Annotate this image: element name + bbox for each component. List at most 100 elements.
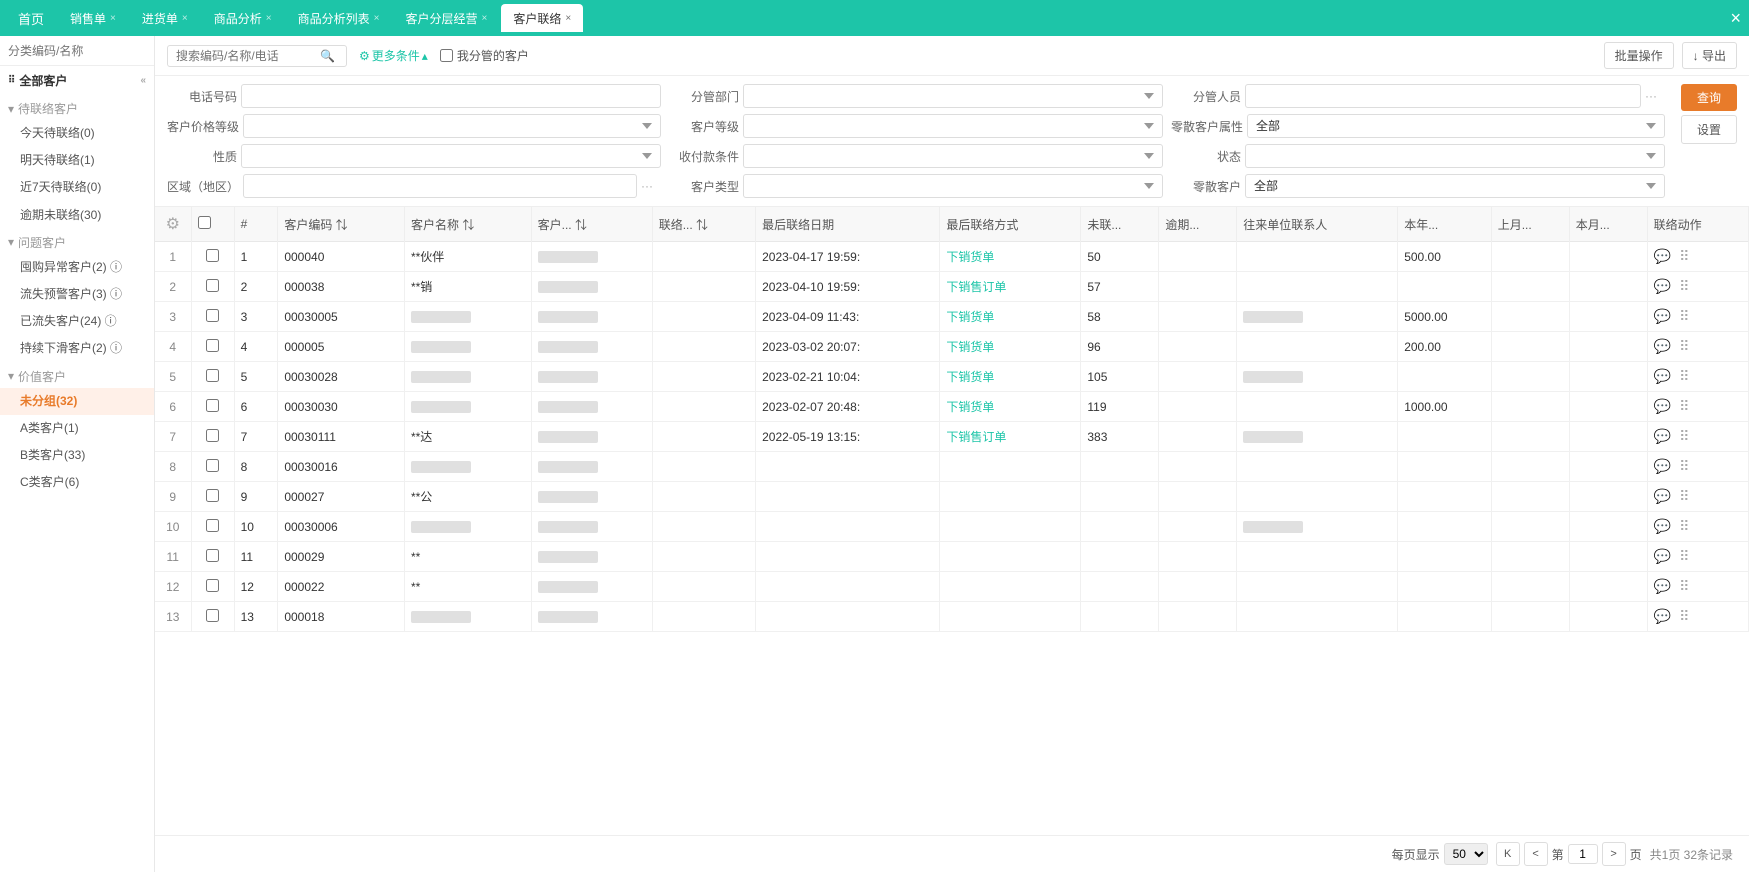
batch-ops-button[interactable]: 批量操作 (1604, 42, 1674, 69)
sidebar-item[interactable]: 已流失客户(24) ⓘ (0, 308, 154, 335)
settings-col-header[interactable]: ⚙ (155, 207, 191, 242)
row-checkbox[interactable] (191, 302, 234, 332)
nav-tab-销售单[interactable]: 销售单× (58, 4, 128, 32)
sidebar-item[interactable]: 今天待联络(0) (0, 120, 154, 147)
message-action-icon[interactable]: 💬 (1654, 338, 1671, 355)
tab-close-icon[interactable]: × (374, 13, 380, 24)
sidebar-group-title[interactable]: ▾ 待联络客户 (0, 95, 154, 120)
grid-action-icon[interactable]: ⠿ (1679, 428, 1689, 445)
nav-tab-进货单[interactable]: 进货单× (130, 4, 200, 32)
grid-action-icon[interactable]: ⠿ (1679, 368, 1689, 385)
tab-close-icon[interactable]: × (266, 13, 272, 24)
message-action-icon[interactable]: 💬 (1654, 608, 1671, 625)
last-way-col-header[interactable]: 最后联络方式 (940, 207, 1081, 242)
status-select[interactable] (1245, 144, 1665, 168)
sidebar-group-title[interactable]: ▾ 问题客户 (0, 229, 154, 254)
message-action-icon[interactable]: 💬 (1654, 578, 1671, 595)
grid-action-icon[interactable]: ⠿ (1679, 338, 1689, 355)
price-grade-select[interactable] (243, 114, 661, 138)
cust-grade-select[interactable] (743, 114, 1163, 138)
nav-tab-客户联络[interactable]: 客户联络× (501, 4, 583, 32)
message-action-icon[interactable]: 💬 (1654, 488, 1671, 505)
payment-select[interactable] (743, 144, 1163, 168)
grid-action-icon[interactable]: ⠿ (1679, 578, 1689, 595)
sidebar-item[interactable]: 近7天待联络(0) (0, 174, 154, 201)
next-page-button[interactable]: > (1602, 842, 1626, 866)
query-button[interactable]: 查询 (1681, 84, 1737, 111)
year-amount-col-header[interactable]: 本年... (1398, 207, 1492, 242)
my-customers-checkbox[interactable] (440, 49, 453, 62)
message-action-icon[interactable]: 💬 (1654, 398, 1671, 415)
name-col-header[interactable]: 客户名称 ⇅ (404, 207, 531, 242)
sidebar-item[interactable]: 逾期未联络(30) (0, 202, 154, 229)
row-checkbox[interactable] (191, 452, 234, 482)
dept-select[interactable] (743, 84, 1163, 108)
nature-select[interactable] (241, 144, 661, 168)
first-page-button[interactable]: K (1496, 842, 1520, 866)
tab-close-icon[interactable]: × (481, 13, 487, 24)
message-action-icon[interactable]: 💬 (1654, 518, 1671, 535)
overdue-col-header[interactable]: 逾期... (1159, 207, 1237, 242)
message-action-icon[interactable]: 💬 (1654, 548, 1671, 565)
sidebar-item[interactable]: B类客户(33) (0, 442, 154, 469)
export-button[interactable]: ↓ 导出 (1682, 42, 1737, 69)
message-action-icon[interactable]: 💬 (1654, 368, 1671, 385)
contact-col-header[interactable]: 联络... ⇅ (652, 207, 755, 242)
grid-action-icon[interactable]: ⠿ (1679, 548, 1689, 565)
row-checkbox[interactable] (191, 362, 234, 392)
partner-contact-col-header[interactable]: 往来单位联系人 (1237, 207, 1398, 242)
sidebar-search-input[interactable] (8, 44, 155, 58)
nav-tab-客户分层经营[interactable]: 客户分层经营× (393, 4, 499, 32)
reset-button[interactable]: 设置 (1681, 115, 1737, 144)
filter-search-input[interactable] (176, 49, 316, 63)
nav-tab-商品分析[interactable]: 商品分析× (202, 4, 284, 32)
last-month-col-header[interactable]: 上月... (1491, 207, 1569, 242)
tab-close-icon[interactable]: × (182, 13, 188, 24)
unlink-col-header[interactable]: 未联... (1081, 207, 1159, 242)
grid-action-icon[interactable]: ⠿ (1679, 458, 1689, 475)
region-input[interactable] (243, 174, 637, 198)
row-checkbox[interactable] (191, 242, 234, 272)
row-checkbox[interactable] (191, 542, 234, 572)
region-ellipsis[interactable]: ··· (641, 179, 661, 193)
grid-action-icon[interactable]: ⠿ (1679, 608, 1689, 625)
sidebar-item[interactable]: 持续下滑客户(2) ⓘ (0, 335, 154, 362)
message-action-icon[interactable]: 💬 (1654, 278, 1671, 295)
nav-home[interactable]: 首页 (8, 9, 54, 28)
row-checkbox[interactable] (191, 422, 234, 452)
grid-action-icon[interactable]: ⠿ (1679, 308, 1689, 325)
row-checkbox[interactable] (191, 392, 234, 422)
row-checkbox[interactable] (191, 602, 234, 632)
manager-input[interactable] (1245, 84, 1641, 108)
sparse-attr-select[interactable]: 全部 (1247, 114, 1665, 138)
this-month-col-header[interactable]: 本月... (1569, 207, 1647, 242)
cat-col-header[interactable]: 客户... ⇅ (531, 207, 652, 242)
manager-ellipsis[interactable]: ··· (1645, 89, 1665, 103)
row-checkbox[interactable] (191, 482, 234, 512)
sidebar-item[interactable]: C类客户(6) (0, 469, 154, 496)
row-checkbox[interactable] (191, 512, 234, 542)
sidebar-collapse-icon[interactable]: « (140, 75, 146, 86)
message-action-icon[interactable]: 💬 (1654, 308, 1671, 325)
row-checkbox[interactable] (191, 332, 234, 362)
code-col-header[interactable]: 客户编码 ⇅ (278, 207, 405, 242)
tab-close-icon[interactable]: × (110, 13, 116, 24)
filter-more-conditions[interactable]: ⚙ 更多条件 ▴ (359, 47, 428, 64)
sidebar-group-title[interactable]: ▾ 价值客户 (0, 363, 154, 388)
grid-action-icon[interactable]: ⠿ (1679, 518, 1689, 535)
sidebar-item[interactable]: 明天待联络(1) (0, 147, 154, 174)
message-action-icon[interactable]: 💬 (1654, 428, 1671, 445)
close-window-button[interactable]: × (1730, 8, 1741, 29)
row-checkbox[interactable] (191, 572, 234, 602)
sidebar-all-customers[interactable]: ⠿ 全部客户 « (0, 66, 154, 95)
last-date-col-header[interactable]: 最后联络日期 (756, 207, 940, 242)
message-action-icon[interactable]: 💬 (1654, 248, 1671, 265)
sidebar-item[interactable]: 流失预警客户(3) ⓘ (0, 281, 154, 308)
sidebar-item[interactable]: 囤购异常客户(2) ⓘ (0, 254, 154, 281)
select-all-checkbox[interactable] (198, 216, 211, 229)
phone-input[interactable] (241, 84, 661, 108)
grid-action-icon[interactable]: ⠿ (1679, 398, 1689, 415)
message-action-icon[interactable]: 💬 (1654, 458, 1671, 475)
grid-action-icon[interactable]: ⠿ (1679, 248, 1689, 265)
cust-type-select[interactable] (743, 174, 1163, 198)
